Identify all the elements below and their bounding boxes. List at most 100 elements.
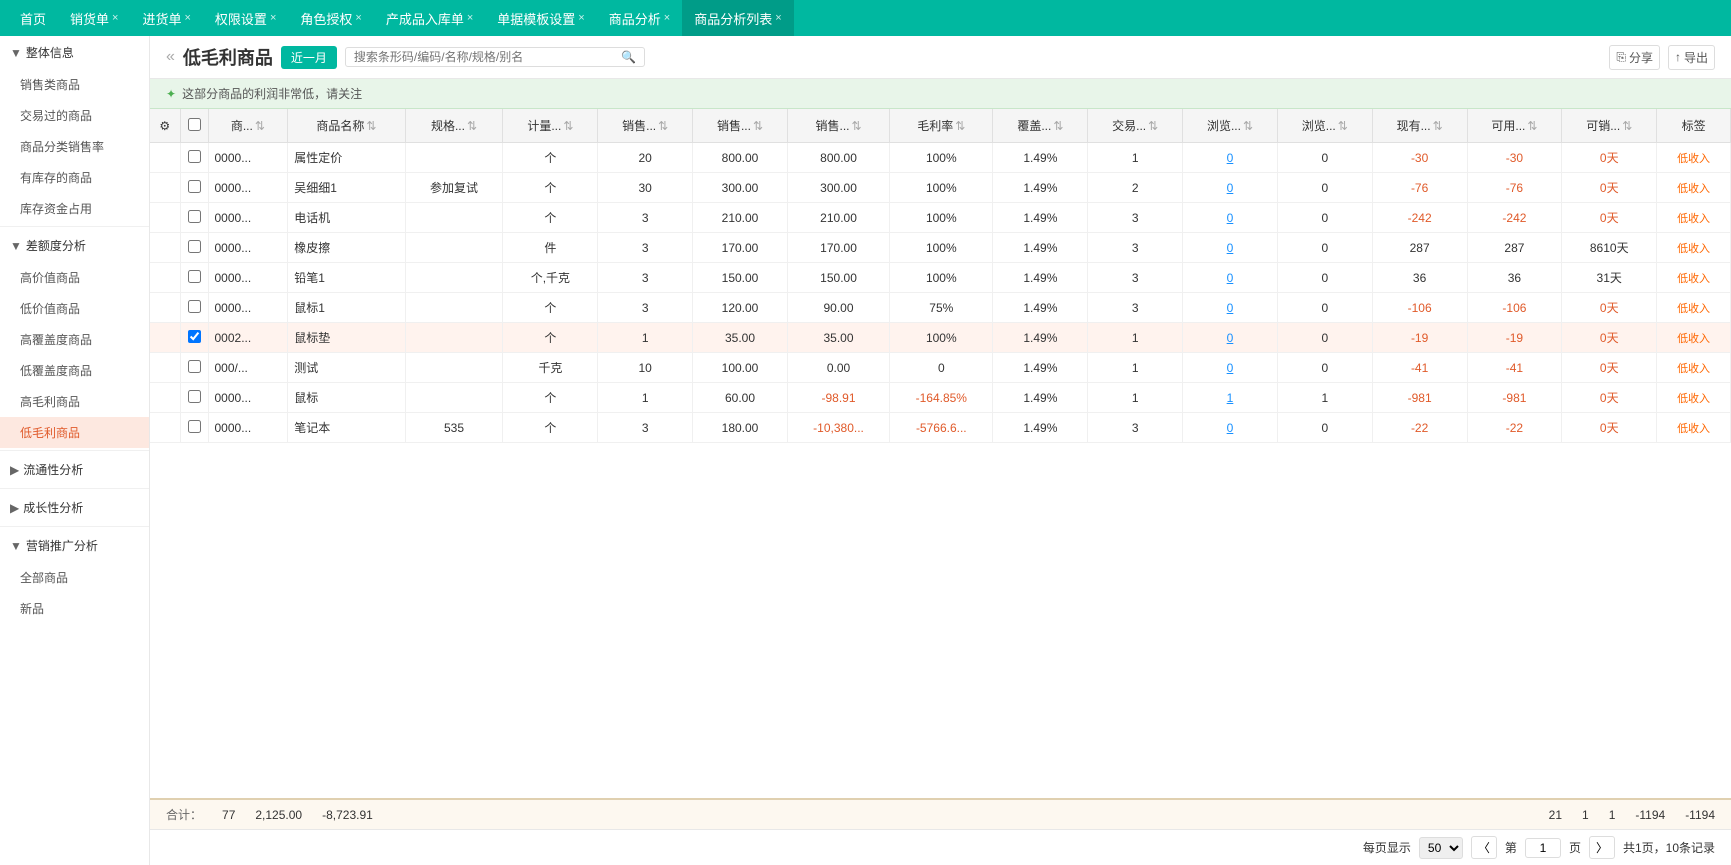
cell-checkbox[interactable] xyxy=(180,143,208,173)
select-all-checkbox[interactable] xyxy=(188,118,201,131)
cell-checkbox[interactable] xyxy=(180,233,208,263)
share-button[interactable]: ⎘ 分享 xyxy=(1609,45,1660,70)
sidebar-item-high-margin[interactable]: 高毛利商品 xyxy=(0,386,149,417)
sort-icon-unit[interactable]: ⇅ xyxy=(563,119,573,133)
view1-link[interactable]: 0 xyxy=(1227,181,1234,195)
cell-checkbox[interactable] xyxy=(180,413,208,443)
row-checkbox[interactable] xyxy=(188,150,201,163)
sidebar-item-stock-fund[interactable]: 库存资金占用 xyxy=(0,193,149,224)
cell-view1[interactable]: 0 xyxy=(1183,323,1278,353)
view1-link[interactable]: 0 xyxy=(1227,361,1234,375)
sort-icon-sellable[interactable]: ⇅ xyxy=(1622,119,1632,133)
view1-link[interactable]: 0 xyxy=(1227,151,1234,165)
th-checkbox[interactable] xyxy=(180,109,208,143)
nav-product-in[interactable]: 产成品入库单 × xyxy=(374,0,485,36)
cell-view1[interactable]: 0 xyxy=(1183,233,1278,263)
view1-link[interactable]: 0 xyxy=(1227,241,1234,255)
cell-checkbox[interactable] xyxy=(180,293,208,323)
sidebar-group-growth[interactable]: ▶ 成长性分析 xyxy=(0,491,149,524)
view1-link[interactable]: 0 xyxy=(1227,211,1234,225)
sidebar-item-new-goods[interactable]: 新品 xyxy=(0,593,149,624)
sort-icon-coverage[interactable]: ⇅ xyxy=(1053,119,1063,133)
nav-home[interactable]: 首页 xyxy=(8,0,58,36)
sort-icon-trade[interactable]: ⇅ xyxy=(1148,119,1158,133)
sidebar-group-margin[interactable]: ▼ 差额度分析 xyxy=(0,229,149,262)
nav-sales-order[interactable]: 销货单 × xyxy=(58,0,130,36)
row-checkbox[interactable] xyxy=(188,210,201,223)
row-checkbox[interactable] xyxy=(188,300,201,313)
sidebar-item-category-rate[interactable]: 商品分类销售率 xyxy=(0,131,149,162)
cell-view1[interactable]: 0 xyxy=(1183,173,1278,203)
cell-view1[interactable]: 0 xyxy=(1183,143,1278,173)
nav-close-template[interactable]: × xyxy=(578,12,584,24)
sort-icon-view2[interactable]: ⇅ xyxy=(1338,119,1348,133)
row-checkbox[interactable] xyxy=(188,270,201,283)
sidebar-item-sales-goods[interactable]: 销售类商品 xyxy=(0,69,149,100)
cell-view1[interactable]: 0 xyxy=(1183,353,1278,383)
cell-view1[interactable]: 0 xyxy=(1183,413,1278,443)
sidebar-group-marketing[interactable]: ▼ 营销推广分析 xyxy=(0,529,149,562)
sort-icon-spec[interactable]: ⇅ xyxy=(467,119,477,133)
cell-checkbox[interactable] xyxy=(180,173,208,203)
cell-view1[interactable]: 0 xyxy=(1183,293,1278,323)
collapse-sidebar-icon[interactable]: « xyxy=(166,48,175,66)
cell-checkbox[interactable] xyxy=(180,203,208,233)
sort-icon-current[interactable]: ⇅ xyxy=(1433,119,1443,133)
export-button[interactable]: ↑ 导出 xyxy=(1668,45,1715,70)
sidebar-item-high-coverage[interactable]: 高覆盖度商品 xyxy=(0,324,149,355)
next-page-btn[interactable]: 〉 xyxy=(1589,836,1615,859)
row-checkbox[interactable] xyxy=(188,420,201,433)
nav-close-sales[interactable]: × xyxy=(112,12,118,24)
sort-icon-price[interactable]: ⇅ xyxy=(753,119,763,133)
row-checkbox[interactable] xyxy=(188,390,201,403)
nav-close-permission[interactable]: × xyxy=(270,12,276,24)
cell-checkbox[interactable] xyxy=(180,353,208,383)
nav-close-goods-list[interactable]: × xyxy=(775,12,781,24)
view1-link[interactable]: 0 xyxy=(1227,331,1234,345)
prev-page-btn[interactable]: 〈 xyxy=(1471,836,1497,859)
page-input[interactable] xyxy=(1525,838,1561,858)
sort-icon-available[interactable]: ⇅ xyxy=(1527,119,1537,133)
search-input[interactable] xyxy=(354,50,621,64)
view1-link[interactable]: 1 xyxy=(1227,391,1234,405)
nav-permission[interactable]: 权限设置 × xyxy=(203,0,288,36)
search-icon[interactable]: 🔍 xyxy=(621,50,636,64)
view1-link[interactable]: 0 xyxy=(1227,421,1234,435)
sidebar-item-low-margin[interactable]: 低毛利商品 xyxy=(0,417,149,448)
nav-goods-analysis[interactable]: 商品分析 × xyxy=(597,0,682,36)
per-page-select[interactable]: 50 xyxy=(1419,837,1463,859)
sidebar-item-all-goods[interactable]: 全部商品 xyxy=(0,562,149,593)
date-filter-button[interactable]: 近一月 xyxy=(281,46,337,69)
cell-checkbox[interactable] xyxy=(180,383,208,413)
nav-role-auth[interactable]: 角色授权 × xyxy=(288,0,373,36)
sidebar-item-high-value[interactable]: 高价值商品 xyxy=(0,262,149,293)
sort-icon-margin[interactable]: ⇅ xyxy=(955,119,965,133)
cell-checkbox[interactable] xyxy=(180,263,208,293)
nav-close-goods-analysis[interactable]: × xyxy=(664,12,670,24)
nav-close-role[interactable]: × xyxy=(355,12,361,24)
row-checkbox[interactable] xyxy=(188,240,201,253)
nav-close-product[interactable]: × xyxy=(467,12,473,24)
cell-checkbox[interactable] xyxy=(180,323,208,353)
nav-close-purchase[interactable]: × xyxy=(184,12,190,24)
nav-goods-analysis-list[interactable]: 商品分析列表 × xyxy=(682,0,793,36)
nav-template[interactable]: 单据模板设置 × xyxy=(485,0,596,36)
sidebar-group-flow[interactable]: ▶ 流通性分析 xyxy=(0,453,149,486)
th-settings[interactable]: ⚙ xyxy=(150,109,180,143)
sort-icon-name[interactable]: ⇅ xyxy=(366,119,376,133)
cell-view1[interactable]: 0 xyxy=(1183,203,1278,233)
sort-icon-view1[interactable]: ⇅ xyxy=(1243,119,1253,133)
view1-link[interactable]: 0 xyxy=(1227,301,1234,315)
sidebar-item-low-value[interactable]: 低价值商品 xyxy=(0,293,149,324)
cell-view1[interactable]: 1 xyxy=(1183,383,1278,413)
sort-icon-amount[interactable]: ⇅ xyxy=(852,119,862,133)
sort-icon-qty[interactable]: ⇅ xyxy=(658,119,668,133)
sidebar-item-traded-goods[interactable]: 交易过的商品 xyxy=(0,100,149,131)
sidebar-group-overall[interactable]: ▼ 整体信息 xyxy=(0,36,149,69)
row-checkbox[interactable] xyxy=(188,180,201,193)
row-checkbox[interactable] xyxy=(188,360,201,373)
nav-purchase-order[interactable]: 进货单 × xyxy=(130,0,202,36)
sidebar-item-in-stock[interactable]: 有库存的商品 xyxy=(0,162,149,193)
sidebar-item-low-coverage[interactable]: 低覆盖度商品 xyxy=(0,355,149,386)
sort-icon-code[interactable]: ⇅ xyxy=(255,119,265,133)
